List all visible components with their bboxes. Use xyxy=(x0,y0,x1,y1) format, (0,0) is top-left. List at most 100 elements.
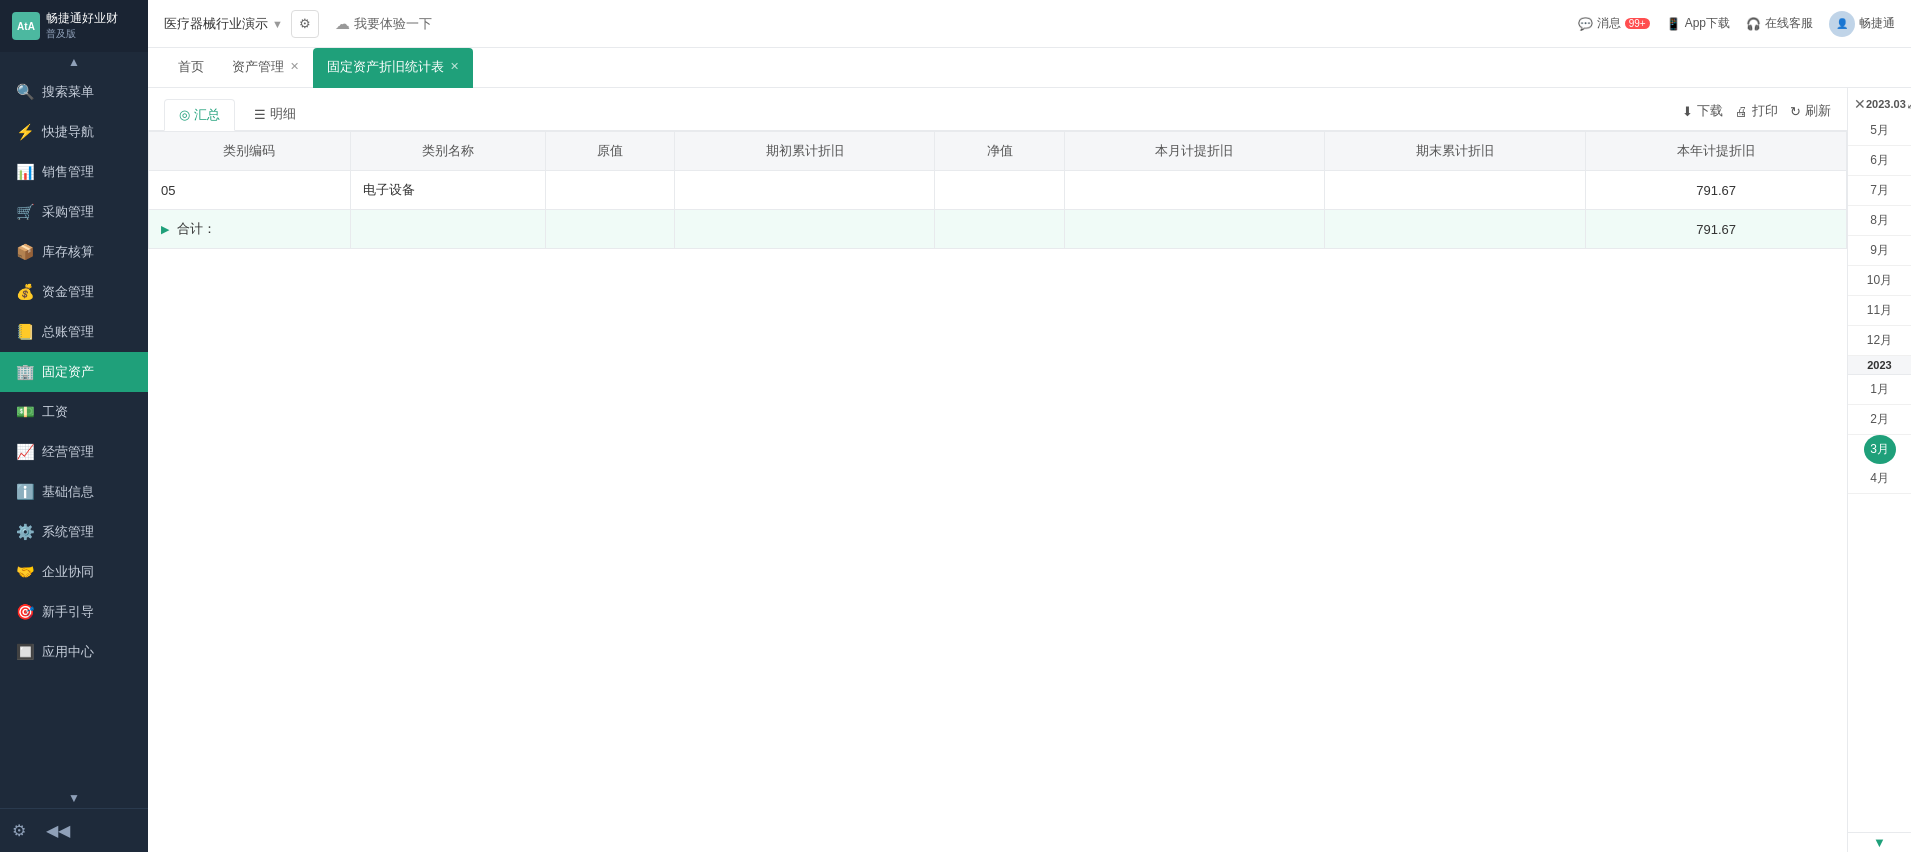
logo-icon: AtA xyxy=(12,12,40,40)
sidebar-label-ledger: 总账管理 xyxy=(42,323,94,341)
tabbar: 首页 资产管理 ✕ 固定资产折旧统计表 ✕ xyxy=(148,48,1911,88)
message-icon: 💬 xyxy=(1578,17,1593,31)
month-2023-3[interactable]: 3月 xyxy=(1864,435,1896,464)
sidebar-item-search[interactable]: 🔍 搜索菜单 xyxy=(0,72,148,112)
sidebar-scroll-up[interactable]: ▲ xyxy=(0,52,148,72)
online-service-icon: 🎧 xyxy=(1746,17,1761,31)
tab-asset-mgmt[interactable]: 资产管理 ✕ xyxy=(218,48,313,88)
logo-badge: 普及版 xyxy=(46,27,118,41)
content-area: ◎ 汇总 ☰ 明细 ⬇ 下载 🖨 打印 xyxy=(148,88,1911,852)
month-2022-5[interactable]: 5月 xyxy=(1848,116,1911,146)
download-label: 下载 xyxy=(1697,102,1723,120)
tab-depreciation[interactable]: 固定资产折旧统计表 ✕ xyxy=(313,48,473,88)
user-menu[interactable]: 👤 畅捷通 xyxy=(1829,11,1895,37)
sidebar-collapse-button[interactable]: ◀◀ xyxy=(46,821,70,840)
sidebar-label-quicknav: 快捷导航 xyxy=(42,123,94,141)
col-initial-acc: 期初累计折旧 xyxy=(674,132,935,171)
sidebar-label-purchase: 采购管理 xyxy=(42,203,94,221)
month-2022-10[interactable]: 10月 xyxy=(1848,266,1911,296)
month-2023-4[interactable]: 4月 xyxy=(1848,464,1911,494)
company-selector[interactable]: 医疗器械行业演示 ▼ xyxy=(164,15,283,33)
experience-button[interactable]: ☁ 我要体验一下 xyxy=(335,15,432,33)
ledger-icon: 📒 xyxy=(16,323,34,341)
sub-tab-detail[interactable]: ☰ 明细 xyxy=(239,98,311,130)
sidebar-item-system[interactable]: ⚙️ 系统管理 xyxy=(0,512,148,552)
month-2022-9[interactable]: 9月 xyxy=(1848,236,1911,266)
sidebar-item-ledger[interactable]: 📒 总账管理 xyxy=(0,312,148,352)
sidebar-item-fixed-assets[interactable]: 🏢 固定资产 xyxy=(0,352,148,392)
table-container: 类别编码 类别名称 原值 期初累计折旧 净值 本月计提折旧 期末累计折旧 本年计… xyxy=(148,131,1847,852)
sidebar-item-inventory[interactable]: 📦 库存核算 xyxy=(0,232,148,272)
tab-depreciation-close[interactable]: ✕ xyxy=(450,60,459,73)
month-2023-2[interactable]: 2月 xyxy=(1848,405,1911,435)
experience-label: 我要体验一下 xyxy=(354,15,432,33)
col-yearly: 本年计提折旧 xyxy=(1586,132,1847,171)
sidebar-label-search: 搜索菜单 xyxy=(42,83,94,101)
sidebar-item-operations[interactable]: 📈 经营管理 xyxy=(0,432,148,472)
user-name: 畅捷通 xyxy=(1859,15,1895,32)
app-download-button[interactable]: 📱 App下载 xyxy=(1666,15,1730,32)
sidebar-item-finance[interactable]: 💰 资金管理 xyxy=(0,272,148,312)
sidebar-item-payroll[interactable]: 💵 工资 xyxy=(0,392,148,432)
operations-icon: 📈 xyxy=(16,443,34,461)
sidebar-footer: ⚙ ◀◀ xyxy=(0,808,148,852)
payroll-icon: 💵 xyxy=(16,403,34,421)
print-button[interactable]: 🖨 打印 xyxy=(1735,102,1778,120)
fixedassets-icon: 🏢 xyxy=(16,363,34,381)
col-code: 类别编码 xyxy=(149,132,351,171)
inventory-icon: 📦 xyxy=(16,243,34,261)
sidebar-label-fixedassets: 固定资产 xyxy=(42,363,94,381)
sidebar-label-payroll: 工资 xyxy=(42,403,68,421)
sidebar-item-app-center[interactable]: 🔲 应用中心 xyxy=(0,632,148,672)
month-2022-12[interactable]: 12月 xyxy=(1848,326,1911,356)
total-label: ▶ 合计： xyxy=(149,210,351,249)
sales-icon: 📊 xyxy=(16,163,34,181)
panel-expand-button[interactable]: ⤢ xyxy=(1906,94,1911,114)
sidebar-scroll-down[interactable]: ▼ xyxy=(0,788,148,808)
sidebar-item-guide[interactable]: 🎯 新手引导 xyxy=(0,592,148,632)
panel-date-label: 2023.03 xyxy=(1866,94,1906,114)
cell-yearly: 791.67 xyxy=(1586,171,1847,210)
sidebar-item-purchase[interactable]: 🛒 采购管理 xyxy=(0,192,148,232)
month-2022-6[interactable]: 6月 xyxy=(1848,146,1911,176)
month-2022-7[interactable]: 7月 xyxy=(1848,176,1911,206)
sidebar-label-sales: 销售管理 xyxy=(42,163,94,181)
sidebar-label-finance: 资金管理 xyxy=(42,283,94,301)
cell-end-acc xyxy=(1325,171,1586,210)
tab-asset-mgmt-close[interactable]: ✕ xyxy=(290,60,299,73)
total-yearly: 791.67 xyxy=(1586,210,1847,249)
download-button[interactable]: ⬇ 下载 xyxy=(1682,102,1723,120)
sidebar-item-enterprise[interactable]: 🤝 企业协同 xyxy=(0,552,148,592)
logo-text-block: 畅捷通好业财 普及版 xyxy=(46,11,118,41)
total-icon: ▶ xyxy=(161,223,169,235)
main-area: 医疗器械行业演示 ▼ ⚙ ☁ 我要体验一下 💬 消息 99+ 📱 App下载 🎧… xyxy=(148,0,1911,852)
sidebar-settings-button[interactable]: ⚙ xyxy=(12,821,26,840)
month-2022-8[interactable]: 8月 xyxy=(1848,206,1911,236)
total-end-acc xyxy=(1325,210,1586,249)
refresh-button[interactable]: ↻ 刷新 xyxy=(1790,102,1831,120)
month-2022-11[interactable]: 11月 xyxy=(1848,296,1911,326)
topbar-settings-button[interactable]: ⚙ xyxy=(291,10,319,38)
cell-original xyxy=(545,171,674,210)
month-2023-1[interactable]: 1月 xyxy=(1848,375,1911,405)
detail-icon: ☰ xyxy=(254,107,266,122)
tab-home-label: 首页 xyxy=(178,58,204,76)
sidebar-nav: 🔍 搜索菜单 ⚡ 快捷导航 📊 销售管理 🛒 采购管理 📦 库存核算 💰 资金管… xyxy=(0,72,148,788)
tab-home[interactable]: 首页 xyxy=(164,48,218,88)
refresh-icon: ↻ xyxy=(1790,104,1801,119)
panel-scroll[interactable]: 5月 6月 7月 8月 9月 10月 11月 12月 2023 1月 2月 3月… xyxy=(1848,116,1911,832)
sidebar-item-sales[interactable]: 📊 销售管理 xyxy=(0,152,148,192)
panel-scroll-down[interactable]: ▼ xyxy=(1848,832,1911,852)
sidebar-item-basic-info[interactable]: ℹ️ 基础信息 xyxy=(0,472,148,512)
logo-title: 畅捷通好业财 xyxy=(46,11,118,27)
sub-tab-summary[interactable]: ◎ 汇总 xyxy=(164,99,235,131)
topbar-right: 💬 消息 99+ 📱 App下载 🎧 在线客服 👤 畅捷通 xyxy=(1578,11,1895,37)
sidebar-item-quick-nav[interactable]: ⚡ 快捷导航 xyxy=(0,112,148,152)
message-button[interactable]: 💬 消息 99+ xyxy=(1578,15,1650,32)
tab-asset-mgmt-label: 资产管理 xyxy=(232,58,284,76)
online-service-button[interactable]: 🎧 在线客服 xyxy=(1746,15,1813,32)
col-original: 原值 xyxy=(545,132,674,171)
message-label: 消息 xyxy=(1597,15,1621,32)
depreciation-table: 类别编码 类别名称 原值 期初累计折旧 净值 本月计提折旧 期末累计折旧 本年计… xyxy=(148,131,1847,249)
panel-close-button[interactable]: ✕ xyxy=(1854,94,1866,114)
